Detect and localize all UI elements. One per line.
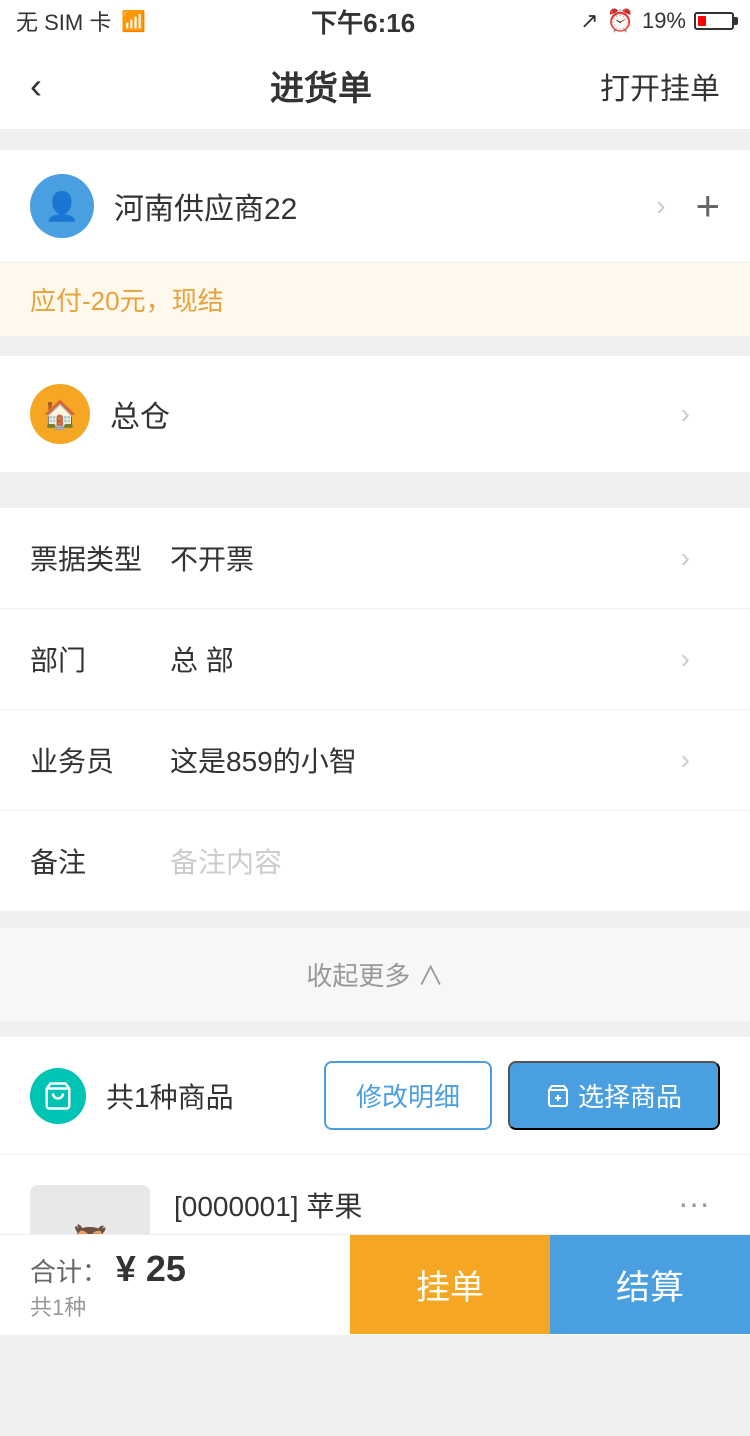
remark-placeholder: 备注内容: [170, 841, 720, 881]
bottom-bar: 合计： ¥ 25 共1种 挂单 结算: [0, 1234, 750, 1334]
salesperson-value: 这是859的小智: [170, 740, 681, 780]
cart-icon: [30, 1068, 86, 1124]
warehouse-row[interactable]: 🏠 总仓 ›: [0, 356, 750, 472]
divider-2: [0, 472, 750, 492]
notice-bar: 应付-20元，现结: [0, 263, 750, 336]
collapse-label: 收起更多 ∧: [306, 956, 443, 993]
department-row[interactable]: 部门 总 部 ›: [0, 609, 750, 710]
location-icon: ↗: [580, 8, 598, 34]
collapse-button[interactable]: 收起更多 ∧: [0, 928, 750, 1021]
remark-row[interactable]: 备注 备注内容: [0, 811, 750, 912]
product-header: 共1种商品 修改明细 选择商品: [0, 1037, 750, 1155]
invoice-type-chevron[interactable]: ›: [681, 542, 690, 574]
product-name: [0000001] 苹果: [174, 1185, 668, 1225]
invoice-type-value: 不开票: [170, 538, 681, 578]
invoice-type-row[interactable]: 票据类型 不开票 ›: [0, 508, 750, 609]
warehouse-section: 🏠 总仓 ›: [0, 356, 750, 472]
product-more-button[interactable]: ···: [668, 1185, 720, 1222]
bottom-spacer: [0, 1336, 750, 1436]
invoice-type-label: 票据类型: [30, 538, 150, 578]
top-divider: [0, 130, 750, 150]
total-sub: 共1种: [30, 1290, 320, 1322]
form-section: 票据类型 不开票 › 部门 总 部 › 业务员 这是859的小智 › 备注 备注…: [0, 508, 750, 912]
select-product-label: 选择商品: [578, 1077, 682, 1114]
wifi-icon: 📶: [121, 9, 146, 34]
department-value: 总 部: [170, 639, 681, 679]
notice-text: 应付-20元，现结: [30, 286, 224, 316]
back-button[interactable]: ‹: [30, 65, 42, 107]
supplier-name: 河南供应商22: [114, 184, 656, 228]
remark-label: 备注: [30, 841, 150, 881]
total-row: 合计： ¥ 25: [30, 1248, 320, 1290]
shopping-bag-icon: [546, 1084, 570, 1108]
status-time: 下午6:16: [311, 3, 415, 40]
open-suspend-button[interactable]: 打开挂单: [600, 64, 720, 108]
supplier-section: 👤 河南供应商22 › + 应付-20元，现结: [0, 150, 750, 336]
divider-1: [0, 336, 750, 356]
department-chevron[interactable]: ›: [681, 643, 690, 675]
product-code: [0000001]: [174, 1191, 306, 1222]
carrier-label: 无 SIM 卡: [16, 5, 111, 37]
page-title: 进货单: [270, 61, 372, 110]
alarm-icon: ⏰: [607, 8, 634, 34]
checkout-button[interactable]: 结算: [550, 1235, 750, 1334]
edit-detail-button[interactable]: 修改明细: [324, 1061, 492, 1130]
battery-percent: 19%: [642, 8, 686, 34]
add-supplier-button[interactable]: +: [695, 182, 720, 230]
salesperson-chevron[interactable]: ›: [681, 744, 690, 776]
department-label: 部门: [30, 639, 150, 679]
warehouse-name: 总仓: [110, 392, 681, 436]
product-title: 苹果: [306, 1191, 362, 1222]
warehouse-chevron-icon[interactable]: ›: [681, 398, 690, 430]
supplier-avatar: 👤: [30, 174, 94, 238]
warehouse-icon: 🏠: [30, 384, 90, 444]
status-left: 无 SIM 卡 📶: [16, 5, 146, 37]
status-bar: 无 SIM 卡 📶 下午6:16 ↗ ⏰ 19%: [0, 0, 750, 42]
select-product-button[interactable]: 选择商品: [508, 1061, 720, 1130]
product-count: 共1种商品: [106, 1076, 324, 1116]
total-section: 合计： ¥ 25 共1种: [0, 1248, 350, 1322]
nav-bar: ‹ 进货单 打开挂单: [0, 42, 750, 130]
salesperson-label: 业务员: [30, 740, 150, 780]
total-amount: ¥ 25: [116, 1248, 186, 1289]
total-label: 合计：: [30, 1257, 108, 1287]
salesperson-row[interactable]: 业务员 这是859的小智 ›: [0, 710, 750, 811]
supplier-row: 👤 河南供应商22 › +: [0, 150, 750, 263]
supplier-chevron-icon[interactable]: ›: [656, 190, 665, 222]
suspend-button[interactable]: 挂单: [350, 1235, 550, 1334]
battery-icon: [694, 12, 734, 30]
avatar-icon: 👤: [45, 190, 80, 223]
status-right: ↗ ⏰ 19%: [580, 8, 734, 34]
